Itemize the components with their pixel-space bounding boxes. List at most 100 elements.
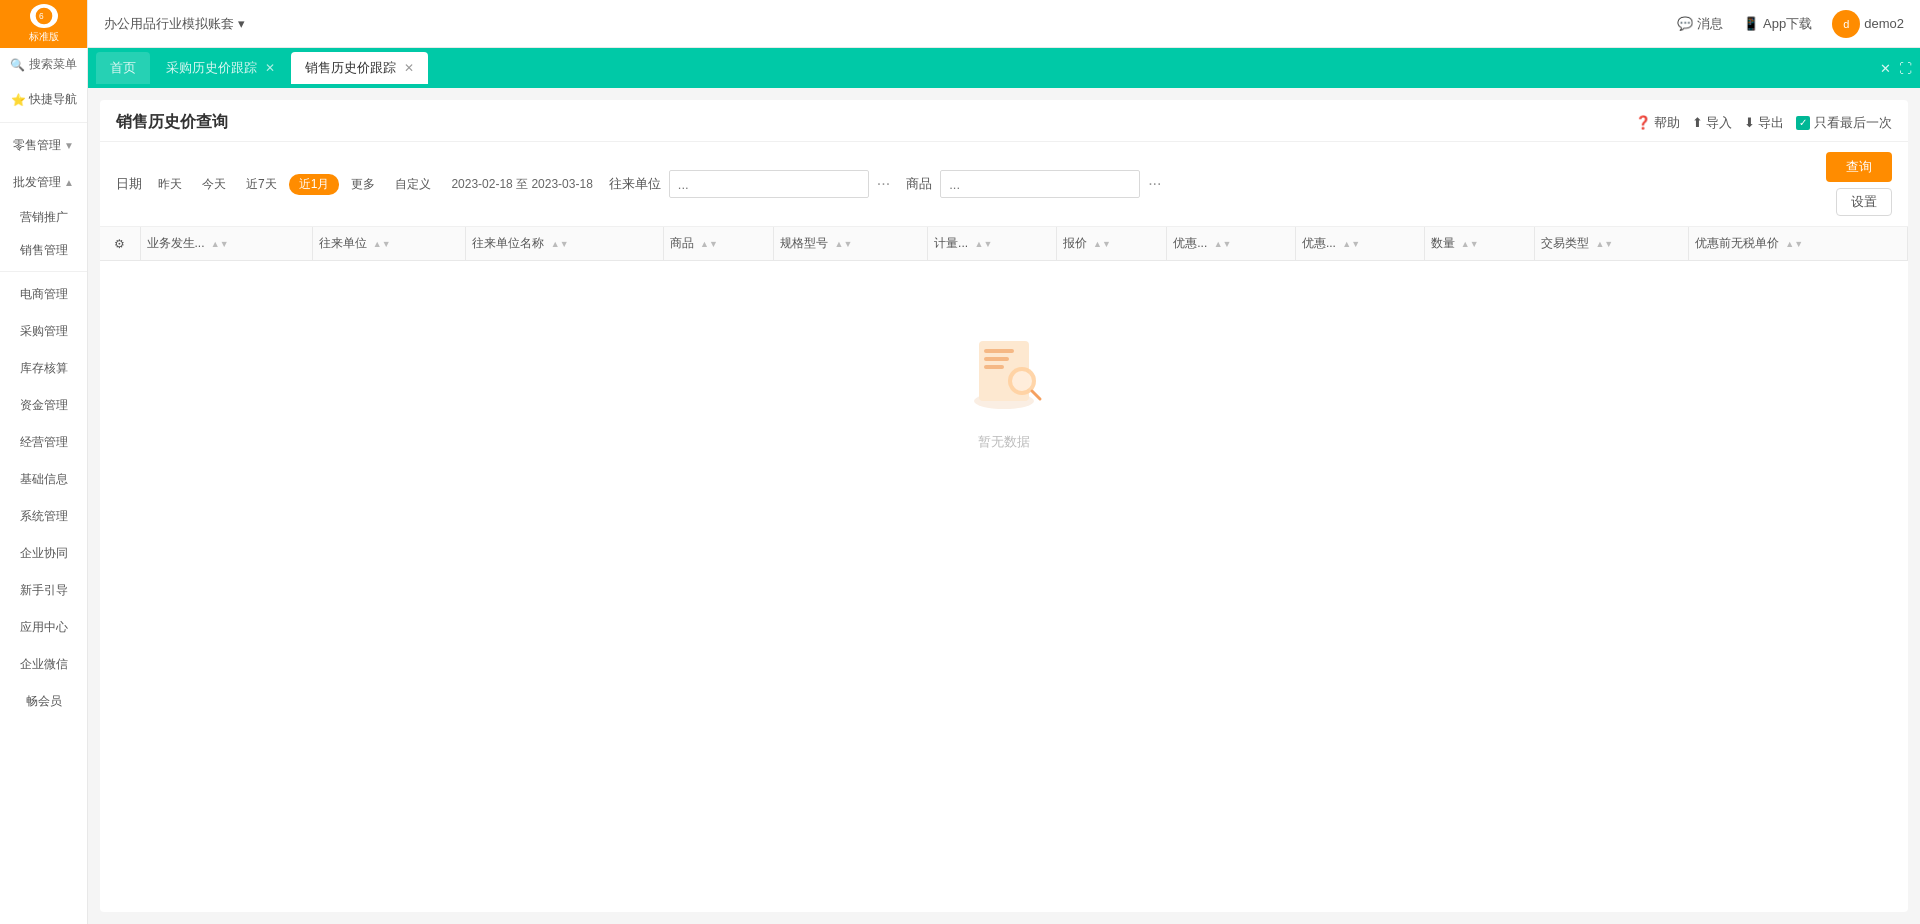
only-last-checkbox[interactable]: ✓ 只看最后一次 (1796, 114, 1892, 132)
help-button[interactable]: ❓ 帮助 (1635, 114, 1680, 132)
sort-icon: ▲▼ (551, 240, 569, 249)
col-trade-type[interactable]: 交易类型 ▲▼ (1535, 227, 1689, 261)
sidebar-item-ops-mgmt[interactable]: 经营管理 (0, 424, 87, 461)
sidebar-label: 采购管理 (20, 323, 68, 340)
sidebar-item-marketing[interactable]: 营销推广 (0, 201, 87, 234)
chevron-down-icon: ▼ (64, 140, 74, 151)
checkbox-checked-icon: ✓ (1796, 116, 1810, 130)
main-area: 办公用品行业模拟账套 ▾ 💬 消息 📱 App下载 d demo2 首页 (88, 0, 1920, 924)
tab-purchase-history[interactable]: 采购历史价跟踪 ✕ (152, 52, 289, 84)
page-title: 销售历史价查询 (116, 112, 228, 133)
sidebar-item-enterprise[interactable]: 企业协同 (0, 535, 87, 572)
export-button[interactable]: ⬇ 导出 (1744, 114, 1784, 132)
message-button[interactable]: 💬 消息 (1677, 15, 1723, 33)
date-btn-7days[interactable]: 近7天 (238, 174, 285, 195)
date-btn-1month[interactable]: 近1月 (289, 174, 340, 195)
col-biz-date[interactable]: 业务发生... ▲▼ (140, 227, 312, 261)
query-button[interactable]: 查询 (1826, 152, 1892, 182)
sidebar-label: 快捷导航 (29, 91, 77, 108)
empty-state: 暂无数据 (100, 261, 1908, 511)
col-partner-name[interactable]: 往来单位名称 ▲▼ (466, 227, 663, 261)
partner-dots-icon[interactable]: ··· (877, 175, 890, 193)
col-partner-code[interactable]: 往来单位 ▲▼ (312, 227, 466, 261)
sidebar-item-app-center[interactable]: 应用中心 (0, 609, 87, 646)
sidebar-item-sys-mgmt[interactable]: 系统管理 (0, 498, 87, 535)
col-discount2[interactable]: 优惠... ▲▼ (1295, 227, 1424, 261)
maximize-icon[interactable]: ⛶ (1899, 61, 1912, 76)
user-profile[interactable]: d demo2 (1832, 10, 1904, 38)
settings-button[interactable]: 设置 (1836, 188, 1892, 216)
col-quote[interactable]: 报价 ▲▼ (1056, 227, 1167, 261)
date-filter-label: 日期 (116, 175, 142, 193)
sort-icon: ▲▼ (1461, 240, 1479, 249)
sidebar-label: 系统管理 (20, 508, 68, 525)
svg-rect-5 (984, 357, 1009, 361)
goods-filter-label: 商品 (906, 175, 932, 193)
date-btn-more[interactable]: 更多 (343, 174, 383, 195)
sidebar-label: 畅会员 (26, 693, 62, 710)
col-qty[interactable]: 数量 ▲▼ (1424, 227, 1535, 261)
sort-icon: ▲▼ (1595, 240, 1613, 249)
purchase-tab-label: 采购历史价跟踪 (166, 59, 257, 77)
close-sales-tab-icon[interactable]: ✕ (404, 61, 414, 75)
partner-input[interactable] (669, 170, 869, 198)
close-all-icon[interactable]: ✕ (1880, 61, 1891, 76)
sidebar-item-sales-mgmt[interactable]: 销售管理 (0, 234, 87, 267)
sidebar-item-inventory[interactable]: 库存核算 (0, 350, 87, 387)
sidebar-item-newbie[interactable]: 新手引导 (0, 572, 87, 609)
sort-icon: ▲▼ (1093, 240, 1111, 249)
only-last-label: 只看最后一次 (1814, 114, 1892, 132)
sidebar-item-basic-info[interactable]: 基础信息 (0, 461, 87, 498)
sidebar-item-membership[interactable]: 畅会员 (0, 683, 87, 720)
sidebar-item-finance-mgmt[interactable]: 资金管理 (0, 387, 87, 424)
col-settings[interactable]: ⚙ (100, 227, 140, 261)
goods-input[interactable] (940, 170, 1140, 198)
sidebar-label: 企业微信 (20, 656, 68, 673)
col-goods[interactable]: 商品 ▲▼ (663, 227, 774, 261)
chevron-down-icon: ▾ (238, 16, 245, 31)
sidebar-label: 库存核算 (20, 360, 68, 377)
page-title-actions: ❓ 帮助 ⬆ 导入 ⬇ 导出 ✓ 只看最后一次 (1635, 114, 1892, 132)
help-icon: ❓ (1635, 115, 1651, 130)
sidebar-item-corp-wechat[interactable]: 企业微信 (0, 646, 87, 683)
goods-filter-group: 商品 ··· (906, 170, 1161, 198)
chevron-up-icon: ▲ (64, 177, 74, 188)
app-download-button[interactable]: 📱 App下载 (1743, 15, 1812, 33)
username-label: demo2 (1864, 16, 1904, 31)
tab-home[interactable]: 首页 (96, 52, 150, 84)
sidebar-item-purchase-mgmt[interactable]: 采购管理 (0, 313, 87, 350)
sidebar-item-search-menu[interactable]: 🔍 搜索菜单 (0, 48, 87, 81)
sort-icon: ▲▼ (700, 240, 718, 249)
col-discount1[interactable]: 优惠... ▲▼ (1167, 227, 1296, 261)
app-dropdown[interactable]: 办公用品行业模拟账套 ▾ (104, 15, 245, 33)
import-button[interactable]: ⬆ 导入 (1692, 114, 1732, 132)
sidebar-label: 批发管理 (13, 174, 61, 191)
download-icon: 📱 (1743, 16, 1759, 31)
sort-icon: ▲▼ (1214, 240, 1232, 249)
sidebar-item-retail-mgmt[interactable]: 零售管理 ▼ (0, 127, 87, 164)
date-btn-today[interactable]: 今天 (194, 174, 234, 195)
col-pretax-price[interactable]: 优惠前无税单价 ▲▼ (1688, 227, 1907, 261)
date-btn-custom[interactable]: 自定义 (387, 174, 439, 195)
svg-point-8 (1012, 371, 1032, 391)
sidebar-label: 销售管理 (20, 242, 68, 259)
col-spec[interactable]: 规格型号 ▲▼ (774, 227, 928, 261)
divider (0, 122, 87, 123)
date-range-text: 2023-02-18 至 2023-03-18 (451, 176, 592, 193)
close-purchase-tab-icon[interactable]: ✕ (265, 61, 275, 75)
goods-dots-icon[interactable]: ··· (1148, 175, 1161, 193)
table-header-row: ⚙ 业务发生... ▲▼ 往来单位 ▲▼ 往来单位名称 ▲ (100, 227, 1908, 261)
svg-rect-4 (984, 349, 1014, 353)
sidebar-label: 电商管理 (20, 286, 68, 303)
date-btn-yesterday[interactable]: 昨天 (150, 174, 190, 195)
sort-icon: ▲▼ (1342, 240, 1360, 249)
message-label: 消息 (1697, 15, 1723, 33)
tab-sales-history[interactable]: 销售历史价跟踪 ✕ (291, 52, 428, 84)
header-right: 💬 消息 📱 App下载 d demo2 (1677, 10, 1904, 38)
svg-rect-6 (984, 365, 1004, 369)
sidebar-item-quick-nav[interactable]: ⭐ 快捷导航 (0, 81, 87, 118)
col-unit[interactable]: 计量... ▲▼ (928, 227, 1057, 261)
date-quick-buttons: 昨天 今天 近7天 近1月 更多 自定义 (150, 174, 439, 195)
sidebar-item-wholesale-mgmt[interactable]: 批发管理 ▲ (0, 164, 87, 201)
sidebar-item-ecom-mgmt[interactable]: 电商管理 (0, 276, 87, 313)
